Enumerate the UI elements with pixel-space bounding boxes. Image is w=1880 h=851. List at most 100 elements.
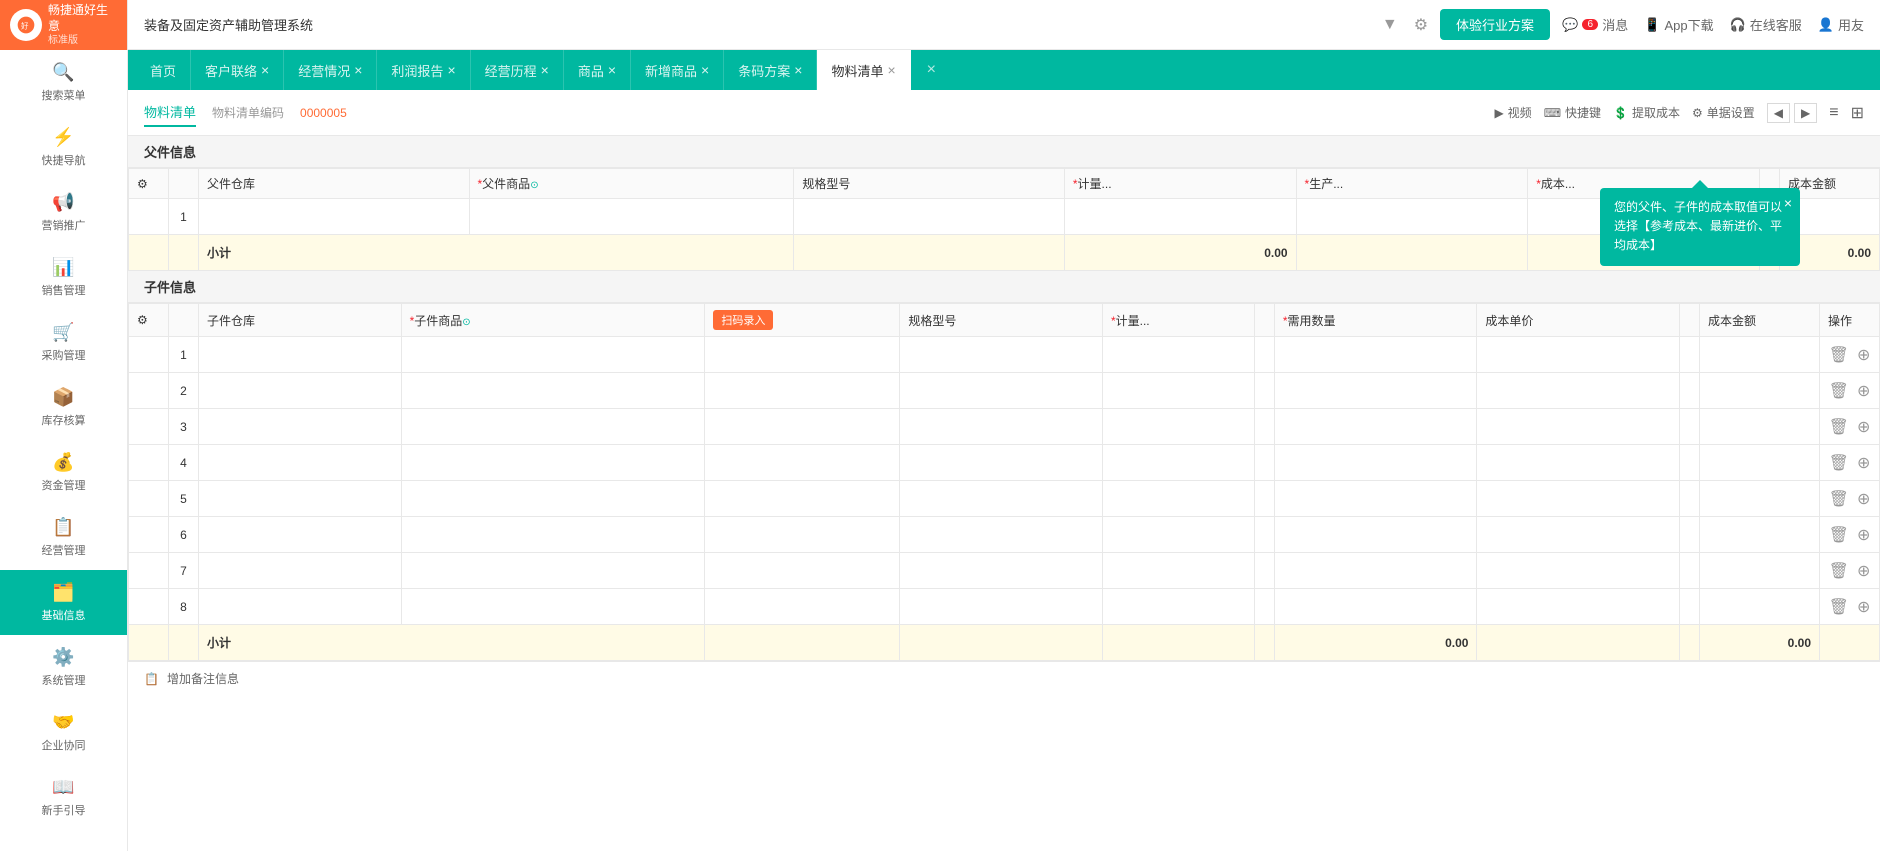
prev-page-button[interactable]: ◀ <box>1767 103 1790 123</box>
settings-icon[interactable]: ⚙ <box>1414 15 1428 35</box>
child-row2-warehouse[interactable] <box>199 373 402 409</box>
child-row6-unit-cost[interactable] <box>1477 517 1680 553</box>
child-row5-goods[interactable] <box>401 481 705 517</box>
message-item[interactable]: 💬 6 消息 <box>1562 15 1628 34</box>
child-row1-goods[interactable] <box>401 337 705 373</box>
tab-customer[interactable]: 客户联络 × <box>191 50 284 90</box>
child-row7-delete-icon[interactable]: 🗑 <box>1829 561 1849 581</box>
child-row4-need-qty[interactable] <box>1274 445 1477 481</box>
child-row1-unit-cost[interactable] <box>1477 337 1680 373</box>
action-video[interactable]: ▶ 视频 <box>1494 104 1531 121</box>
child-row5-delete-icon[interactable]: 🗑 <box>1829 489 1849 509</box>
th-child-scan[interactable]: 扫码录入 <box>705 304 900 337</box>
child-row2-spec[interactable] <box>900 373 1103 409</box>
tab-profit-close[interactable]: × <box>447 63 455 77</box>
child-row3-unit-cost[interactable] <box>1477 409 1680 445</box>
tab-goods-close[interactable]: × <box>608 63 616 77</box>
child-row7-qty[interactable] <box>1102 553 1254 589</box>
parent-row1-spec[interactable] <box>794 199 1065 235</box>
sidebar-item-sys[interactable]: ⚙️ 系统管理 <box>0 635 127 700</box>
parent-row1-warehouse[interactable] <box>199 199 470 235</box>
tooltip-close-button[interactable]: × <box>1784 192 1792 214</box>
child-row2-goods[interactable] <box>401 373 705 409</box>
layout-button[interactable]: ≡ <box>1829 104 1838 122</box>
th-child-gear[interactable]: ⚙ <box>129 304 169 337</box>
trial-button[interactable]: 体验行业方案 <box>1440 9 1550 40</box>
child-row7-need-qty[interactable] <box>1274 553 1477 589</box>
tab-newgoods[interactable]: 新增商品 × <box>631 50 724 90</box>
child-row1-spec[interactable] <box>900 337 1103 373</box>
child-row7-goods[interactable] <box>401 553 705 589</box>
sidebar-item-sales[interactable]: 📊 销售管理 <box>0 245 127 310</box>
child-row1-copy-icon[interactable]: ⊕ <box>1857 345 1870 365</box>
tab-bom-close[interactable]: × <box>887 63 895 77</box>
sidebar-item-purchase[interactable]: 🛒 采购管理 <box>0 310 127 375</box>
child-row5-spec[interactable] <box>900 481 1103 517</box>
child-row8-spec[interactable] <box>900 589 1103 625</box>
sidebar-item-promo[interactable]: 📢 营销推广 <box>0 180 127 245</box>
child-row6-warehouse[interactable] <box>199 517 402 553</box>
child-row4-warehouse[interactable] <box>199 445 402 481</box>
child-row8-copy-icon[interactable]: ⊕ <box>1857 597 1870 617</box>
tab-operations-close[interactable]: × <box>354 63 362 77</box>
child-row5-warehouse[interactable] <box>199 481 402 517</box>
app-download-item[interactable]: 📱 App下载 <box>1644 15 1713 34</box>
child-row4-unit-cost[interactable] <box>1477 445 1680 481</box>
child-row8-need-qty[interactable] <box>1274 589 1477 625</box>
next-page-button[interactable]: ▶ <box>1794 103 1817 123</box>
action-shortcut[interactable]: ⌨ 快捷键 <box>1544 104 1601 121</box>
child-row4-copy-icon[interactable]: ⊕ <box>1857 453 1870 473</box>
sidebar-item-basic[interactable]: 🗂️ 基础信息 <box>0 570 127 635</box>
sidebar-item-guide[interactable]: 📖 新手引导 <box>0 765 127 830</box>
action-single-setting[interactable]: ⚙ 单据设置 <box>1692 104 1755 121</box>
dropdown-arrow-icon[interactable]: ▼ <box>1382 16 1398 34</box>
child-row2-unit-cost[interactable] <box>1477 373 1680 409</box>
child-row5-need-qty[interactable] <box>1274 481 1477 517</box>
child-row7-warehouse[interactable] <box>199 553 402 589</box>
child-row4-delete-icon[interactable]: 🗑 <box>1829 453 1849 473</box>
sidebar-item-stock[interactable]: 📦 库存核算 <box>0 375 127 440</box>
child-row1-warehouse[interactable] <box>199 337 402 373</box>
child-row5-qty[interactable] <box>1102 481 1254 517</box>
child-row2-delete-icon[interactable]: 🗑 <box>1829 381 1849 401</box>
child-row1-need-qty[interactable] <box>1274 337 1477 373</box>
child-row8-goods[interactable] <box>401 589 705 625</box>
child-row6-spec[interactable] <box>900 517 1103 553</box>
bottom-text[interactable]: 增加备注信息 <box>167 670 239 687</box>
user-item[interactable]: 👤 用友 <box>1818 15 1864 34</box>
child-row2-qty[interactable] <box>1102 373 1254 409</box>
child-row8-warehouse[interactable] <box>199 589 402 625</box>
sidebar-item-finance[interactable]: 💰 资金管理 <box>0 440 127 505</box>
action-cost[interactable]: 💲 提取成本 <box>1613 104 1680 121</box>
tab-customer-close[interactable]: × <box>261 63 269 77</box>
scan-input-button[interactable]: 扫码录入 <box>713 310 773 330</box>
child-row3-warehouse[interactable] <box>199 409 402 445</box>
child-row1-delete-icon[interactable]: 🗑 <box>1829 345 1849 365</box>
parent-row1-prod[interactable] <box>1296 199 1528 235</box>
tab-barcode-close[interactable]: × <box>794 63 802 77</box>
child-row4-spec[interactable] <box>900 445 1103 481</box>
child-row7-copy-icon[interactable]: ⊕ <box>1857 561 1870 581</box>
online-service-item[interactable]: 🎧 在线客服 <box>1730 15 1802 34</box>
child-row6-goods[interactable] <box>401 517 705 553</box>
tab-home[interactable]: 首页 <box>136 50 191 90</box>
grid-button[interactable]: ⊞ <box>1851 103 1864 123</box>
tab-operations[interactable]: 经营情况 × <box>284 50 377 90</box>
child-row2-copy-icon[interactable]: ⊕ <box>1857 381 1870 401</box>
sidebar-item-quicknav[interactable]: ⚡ 快捷导航 <box>0 115 127 180</box>
child-row8-delete-icon[interactable]: 🗑 <box>1829 597 1849 617</box>
tab-profit[interactable]: 利润报告 × <box>377 50 470 90</box>
sub-tab-bom[interactable]: 物料清单 <box>144 98 196 127</box>
child-row5-unit-cost[interactable] <box>1477 481 1680 517</box>
child-row7-unit-cost[interactable] <box>1477 553 1680 589</box>
child-row3-qty[interactable] <box>1102 409 1254 445</box>
close-all-button[interactable]: × <box>927 61 936 79</box>
tab-bom[interactable]: 物料清单 × <box>817 50 910 90</box>
child-row4-goods[interactable] <box>401 445 705 481</box>
tab-newgoods-close[interactable]: × <box>701 63 709 77</box>
child-row3-need-qty[interactable] <box>1274 409 1477 445</box>
child-row3-delete-icon[interactable]: 🗑 <box>1829 417 1849 437</box>
child-row2-need-qty[interactable] <box>1274 373 1477 409</box>
sidebar-item-ops[interactable]: 📋 经营管理 <box>0 505 127 570</box>
child-row8-unit-cost[interactable] <box>1477 589 1680 625</box>
